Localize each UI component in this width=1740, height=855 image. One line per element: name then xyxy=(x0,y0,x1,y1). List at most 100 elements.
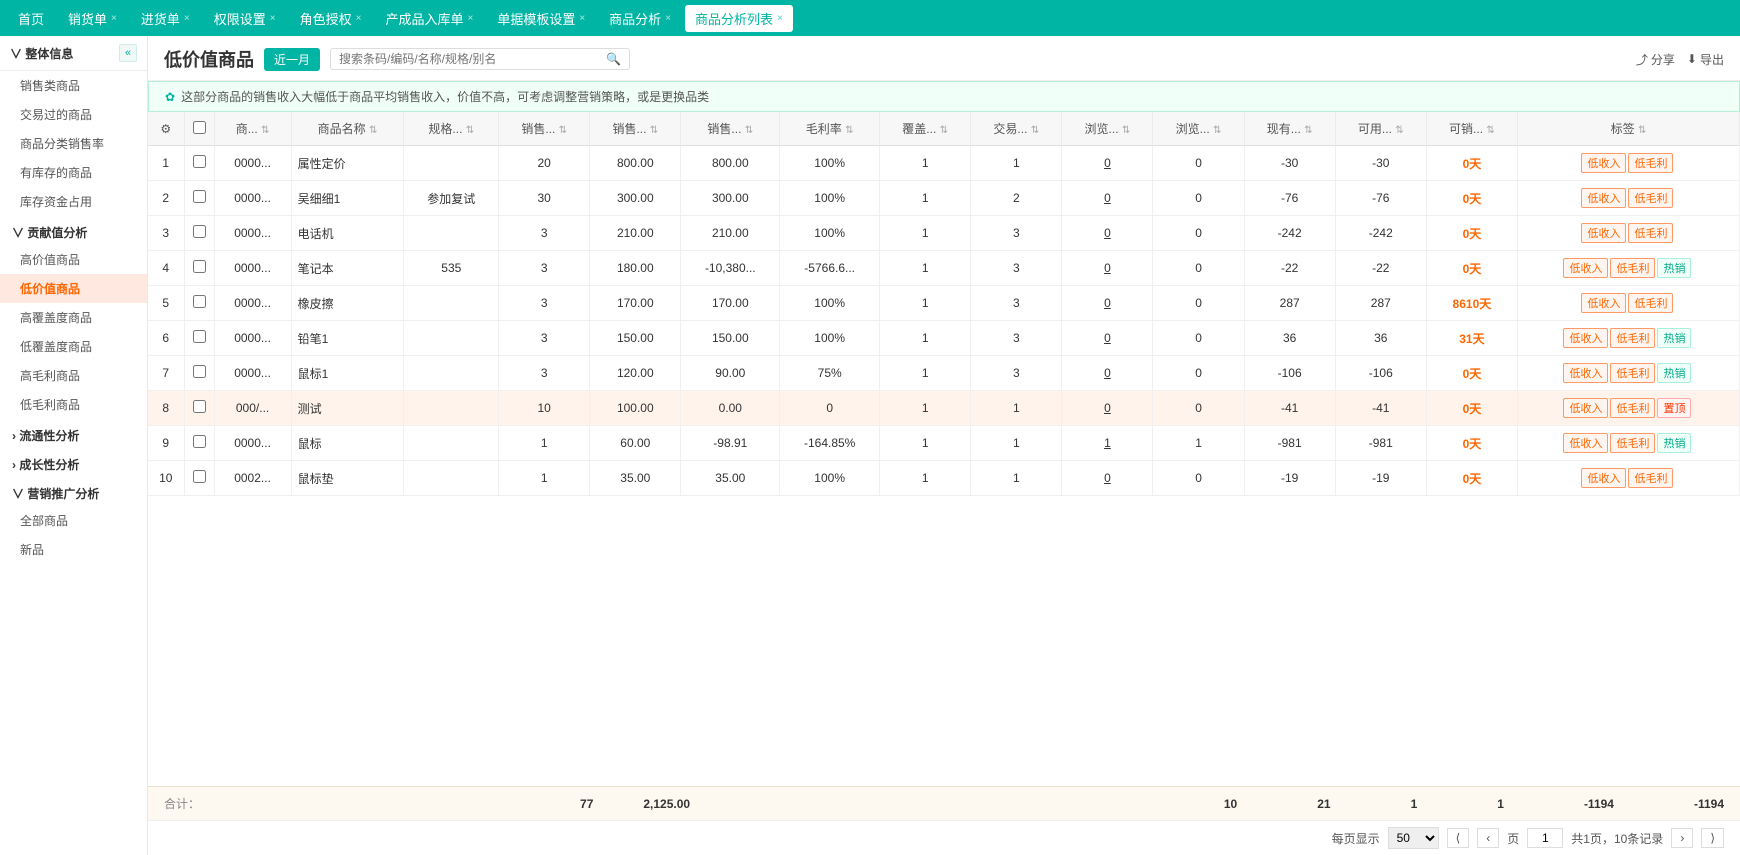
sidebar-item-new-products[interactable]: 新品 xyxy=(0,535,147,564)
row-checkbox[interactable] xyxy=(193,330,206,343)
export-icon: ⬇ xyxy=(1687,52,1697,66)
sidebar-item-low-value[interactable]: 低价值商品 xyxy=(0,274,147,303)
content-header: 低价值商品 近一月 🔍 ⤴ 分享 ⬇ 导出 xyxy=(148,36,1740,81)
row-checkbox[interactable] xyxy=(193,260,206,273)
th-view2[interactable]: 浏览... ⇅ xyxy=(1153,112,1244,146)
sidebar-item-high-margin[interactable]: 高毛利商品 xyxy=(0,361,147,390)
nav-product-warehousing[interactable]: 产成品入库单 × xyxy=(375,5,483,32)
cell-tags: 低收入低毛利 xyxy=(1517,146,1739,181)
view1-link[interactable]: 0 xyxy=(1104,226,1111,240)
view1-link[interactable]: 0 xyxy=(1104,191,1111,205)
row-checkbox[interactable] xyxy=(193,295,206,308)
sidebar-collapse-btn[interactable]: « xyxy=(119,44,137,62)
close-product-warehousing-icon[interactable]: × xyxy=(467,13,473,24)
row-checkbox[interactable] xyxy=(193,225,206,238)
nav-product-analysis[interactable]: 商品分析 × xyxy=(599,5,681,32)
cell-transaction: 2 xyxy=(971,181,1062,216)
view1-link[interactable]: 1 xyxy=(1104,436,1111,450)
export-button[interactable]: ⬇ 导出 xyxy=(1687,51,1724,68)
th-code[interactable]: 商... ⇅ xyxy=(214,112,291,146)
view1-link[interactable]: 0 xyxy=(1104,156,1111,170)
tag-置顶: 置顶 xyxy=(1657,398,1691,418)
share-button[interactable]: ⤴ 分享 xyxy=(1636,51,1675,68)
th-spec[interactable]: 规格... ⇅ xyxy=(404,112,499,146)
tag-低收入: 低收入 xyxy=(1563,363,1608,383)
search-icon[interactable]: 🔍 xyxy=(606,52,621,66)
sidebar-item-high-coverage[interactable]: 高覆盖度商品 xyxy=(0,303,147,332)
nav-purchase-order[interactable]: 进货单 × xyxy=(131,5,200,32)
sidebar-item-sales-products[interactable]: 销售类商品 xyxy=(0,71,147,100)
th-sales-amount[interactable]: 销售... ⇅ xyxy=(681,112,780,146)
th-margin[interactable]: 毛利率 ⇅ xyxy=(780,112,880,146)
th-name[interactable]: 商品名称 ⇅ xyxy=(291,112,404,146)
th-view1[interactable]: 浏览... ⇅ xyxy=(1062,112,1153,146)
cell-index: 5 xyxy=(148,286,184,321)
tag-低毛利: 低毛利 xyxy=(1610,363,1655,383)
view1-link[interactable]: 0 xyxy=(1104,401,1111,415)
next-page-btn[interactable]: › xyxy=(1671,828,1693,848)
footer-available: -1194 xyxy=(1694,797,1724,811)
sidebar-item-all-products[interactable]: 全部商品 xyxy=(0,506,147,535)
period-button[interactable]: 近一月 xyxy=(264,48,320,71)
select-all-checkbox[interactable] xyxy=(193,121,206,134)
row-checkbox[interactable] xyxy=(193,470,206,483)
view1-link[interactable]: 0 xyxy=(1104,366,1111,380)
th-tags[interactable]: 标签 ⇅ xyxy=(1517,112,1739,146)
row-checkbox[interactable] xyxy=(193,190,206,203)
last-page-btn[interactable]: ⟩ xyxy=(1701,828,1724,848)
th-sales-qty[interactable]: 销售... ⇅ xyxy=(499,112,590,146)
tag-低收入: 低收入 xyxy=(1581,293,1626,313)
view1-link[interactable]: 0 xyxy=(1104,261,1111,275)
cell-coverage: 1 xyxy=(880,251,971,286)
view1-link[interactable]: 0 xyxy=(1104,296,1111,310)
cell-view1: 0 xyxy=(1062,321,1153,356)
sidebar-item-low-margin[interactable]: 低毛利商品 xyxy=(0,390,147,419)
th-coverage[interactable]: 覆盖... ⇅ xyxy=(880,112,971,146)
nav-role-auth[interactable]: 角色授权 × xyxy=(290,5,372,32)
row-checkbox[interactable] xyxy=(193,400,206,413)
tag-低收入: 低收入 xyxy=(1563,258,1608,278)
table-row: 5 0000... 橡皮擦 3 170.00 170.00 100% 1 3 0… xyxy=(148,286,1740,321)
nav-permission[interactable]: 权限设置 × xyxy=(204,5,286,32)
close-role-auth-icon[interactable]: × xyxy=(356,13,362,24)
nav-home[interactable]: 首页 xyxy=(8,5,54,32)
close-sales-order-icon[interactable]: × xyxy=(111,13,117,24)
sidebar-item-high-value[interactable]: 高价值商品 xyxy=(0,245,147,274)
sidebar-item-traded-products[interactable]: 交易过的商品 xyxy=(0,100,147,129)
close-product-analysis-icon[interactable]: × xyxy=(665,13,671,24)
th-sales-price[interactable]: 销售... ⇅ xyxy=(590,112,681,146)
th-current-stock[interactable]: 现有... ⇅ xyxy=(1244,112,1335,146)
nav-product-analysis-list[interactable]: 商品分析列表 × xyxy=(685,5,793,32)
close-template-setting-icon[interactable]: × xyxy=(579,13,585,24)
cell-view1: 0 xyxy=(1062,251,1153,286)
sidebar-item-low-coverage[interactable]: 低覆盖度商品 xyxy=(0,332,147,361)
sidebar-item-in-stock[interactable]: 有库存的商品 xyxy=(0,158,147,187)
first-page-btn[interactable]: ⟨ xyxy=(1447,828,1470,848)
row-checkbox[interactable] xyxy=(193,155,206,168)
sidebar-item-category-sales-rate[interactable]: 商品分类销售率 xyxy=(0,129,147,158)
row-checkbox[interactable] xyxy=(193,435,206,448)
th-sellable[interactable]: 可销... ⇅ xyxy=(1426,112,1517,146)
tag-低毛利: 低毛利 xyxy=(1628,223,1673,243)
cell-sales-price: 120.00 xyxy=(590,356,681,391)
row-checkbox[interactable] xyxy=(193,365,206,378)
alert-message: 这部分商品的销售收入大幅低于商品平均销售收入，价值不高，可考虑调整营销策略，或是… xyxy=(181,88,709,105)
page-size-select[interactable]: 50 100 200 xyxy=(1388,827,1439,849)
search-input[interactable] xyxy=(339,52,602,66)
page-size-label: 每页显示 xyxy=(1332,830,1380,847)
cell-code: 0000... xyxy=(214,321,291,356)
sidebar-item-inventory-capital[interactable]: 库存资金占用 xyxy=(0,187,147,216)
close-product-analysis-list-icon[interactable]: × xyxy=(777,13,783,24)
cell-spec: 535 xyxy=(404,251,499,286)
th-settings[interactable]: ⚙ xyxy=(148,112,184,146)
view1-link[interactable]: 0 xyxy=(1104,331,1111,345)
view1-link[interactable]: 0 xyxy=(1104,471,1111,485)
nav-template-setting[interactable]: 单据模板设置 × xyxy=(487,5,595,32)
prev-page-btn[interactable]: ‹ xyxy=(1477,828,1499,848)
close-purchase-order-icon[interactable]: × xyxy=(184,13,190,24)
th-available[interactable]: 可用... ⇅ xyxy=(1335,112,1426,146)
page-number-input[interactable] xyxy=(1527,828,1563,848)
nav-sales-order[interactable]: 销货单 × xyxy=(58,5,127,32)
th-transaction[interactable]: 交易... ⇅ xyxy=(971,112,1062,146)
close-permission-icon[interactable]: × xyxy=(270,13,276,24)
